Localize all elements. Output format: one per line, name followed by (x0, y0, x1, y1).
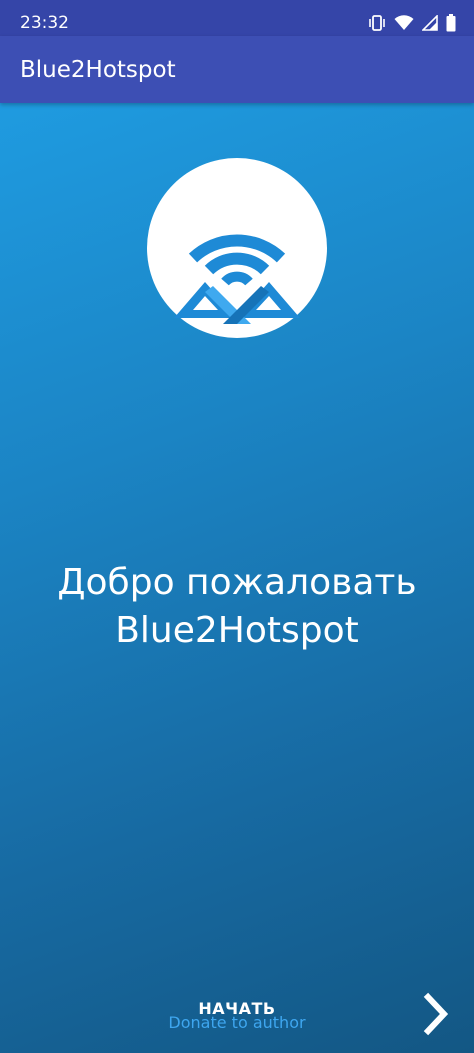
status-icons (368, 13, 456, 33)
welcome-line-1: Добро пожаловать (57, 562, 417, 603)
status-time: 23:32 (20, 13, 69, 33)
chevron-right-icon (423, 992, 449, 1036)
app-title: Blue2Hotspot (20, 57, 176, 83)
onboarding-content: Добро пожаловать Blue2Hotspot НАЧАТЬ Don… (0, 103, 474, 1053)
signal-icon (422, 15, 438, 31)
welcome-message: Добро пожаловать Blue2Hotspot (0, 559, 474, 655)
battery-icon (446, 14, 456, 32)
donate-link[interactable]: Donate to author (137, 1013, 337, 1032)
wifi-icon (394, 15, 414, 30)
app-logo (147, 158, 327, 338)
welcome-screen: 23:32 Blue2Hotspot Добро пожаловать Blue… (0, 0, 474, 1053)
app-bar: Blue2Hotspot (0, 36, 474, 103)
hotspot-logo-icon (174, 234, 300, 324)
vibrate-icon (369, 15, 385, 31)
welcome-line-2: Blue2Hotspot (115, 610, 359, 651)
next-button[interactable] (412, 991, 460, 1037)
